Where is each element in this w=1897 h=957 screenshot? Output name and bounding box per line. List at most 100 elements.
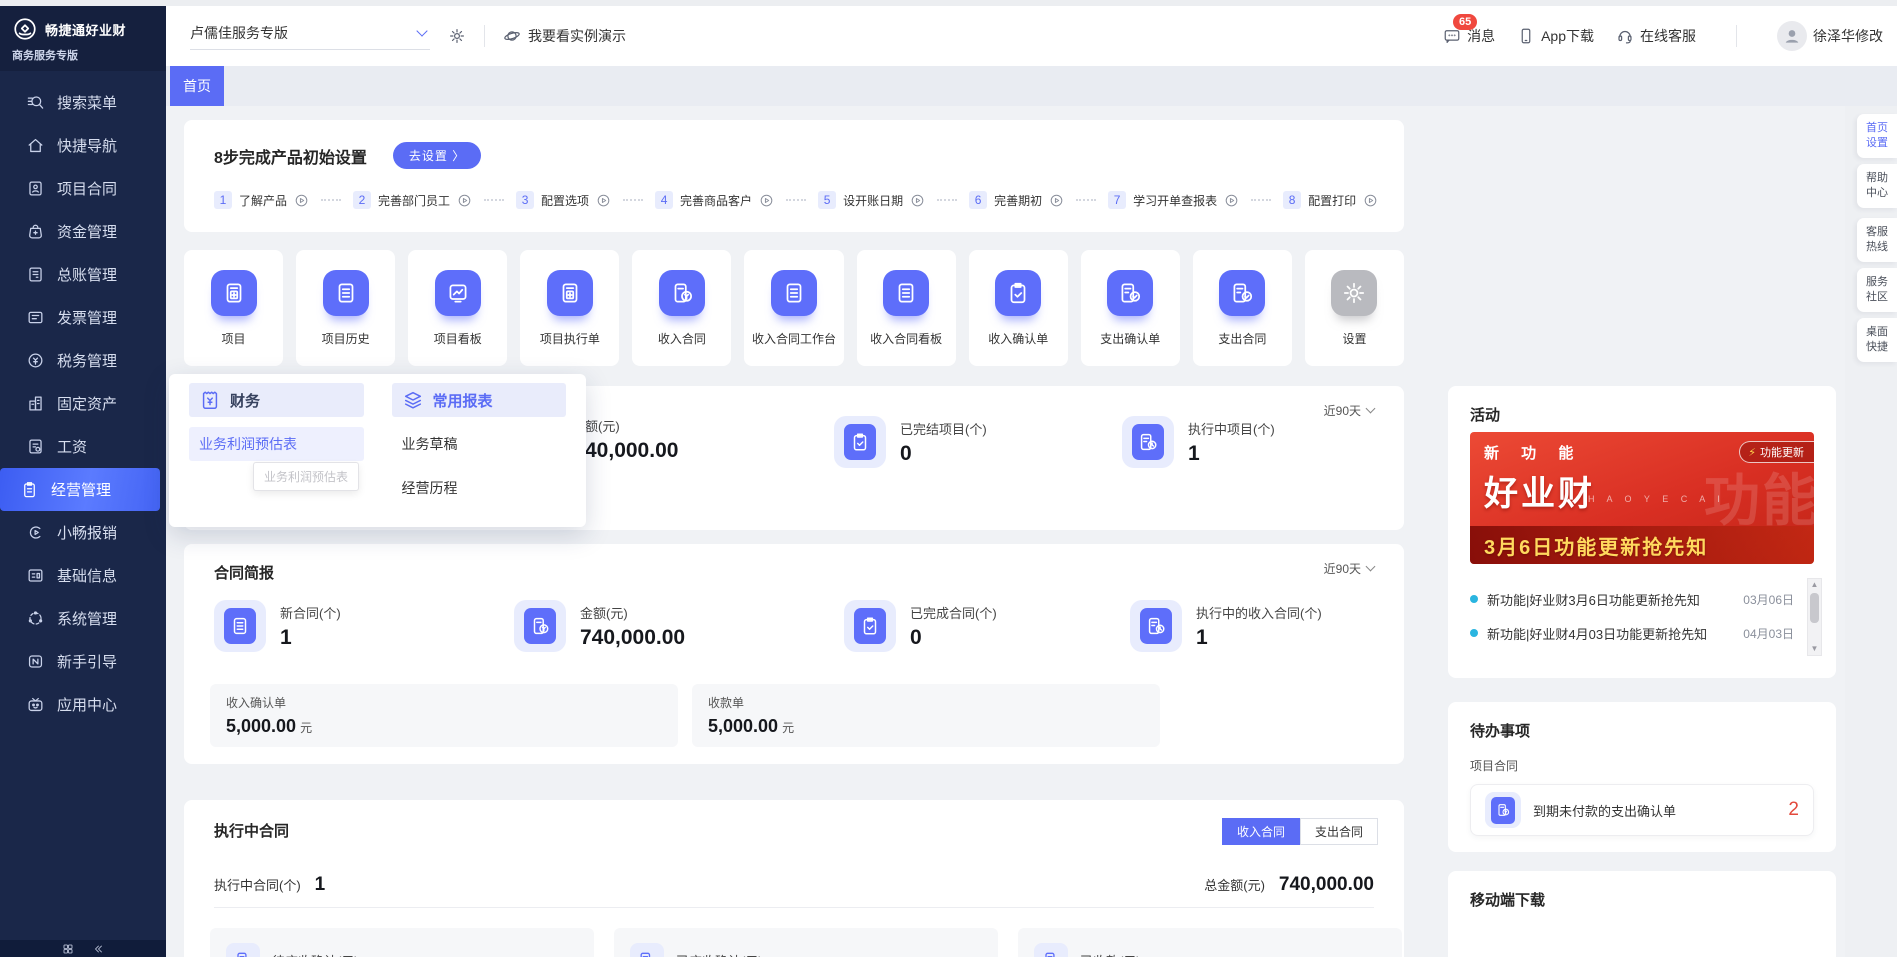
flyout-finance-header[interactable]: 财务	[189, 383, 364, 417]
app-expense-confirm[interactable]: 支出确认单	[1080, 250, 1180, 366]
setup-step-1[interactable]: 1 了解产品	[214, 191, 309, 209]
activity-item[interactable]: 新功能|好业财3月6日功能更新抢先知 03月06日	[1470, 582, 1794, 616]
setup-step-2[interactable]: 2 完善部门员工	[353, 191, 472, 209]
sidebar-item-fixed-assets[interactable]: 固定资产	[0, 382, 166, 425]
demo-link[interactable]: 我要看实例演示	[503, 26, 626, 46]
app-income-workbench[interactable]: 收入合同工作台	[744, 250, 844, 366]
app-income-contract[interactable]: 收入合同	[632, 250, 732, 366]
play-icon[interactable]	[1363, 193, 1378, 208]
app-income-confirm[interactable]: 收入确认单	[968, 250, 1068, 366]
app-expense-contract[interactable]: 支出合同	[1192, 250, 1292, 366]
sidebar-item-invoice[interactable]: 发票管理	[0, 296, 166, 339]
app-settings[interactable]: 设置	[1304, 250, 1405, 366]
app-label: 收入合同工作台	[752, 331, 837, 346]
sidebar-item-general-ledger[interactable]: 总账管理	[0, 253, 166, 296]
expense-contract-button[interactable]: 支出合同	[1299, 818, 1378, 845]
edge-tab-home-settings[interactable]: 首页 设置	[1857, 114, 1897, 158]
received-subcard[interactable]: 已收款(元)	[1018, 928, 1402, 957]
sidebar-item-project-contract[interactable]: 项目合同	[0, 167, 166, 210]
sidebar-item-app-center[interactable]: 应用中心	[0, 683, 166, 726]
setup-step-4[interactable]: 4 完善商品客户	[655, 191, 774, 209]
todo-group-label: 项目合同	[1470, 759, 1519, 773]
play-icon[interactable]	[1049, 193, 1064, 208]
setup-step-8[interactable]: 8 配置打印	[1283, 191, 1378, 209]
activity-scrollbar[interactable]: ▲ ▼	[1807, 578, 1822, 656]
app-project-board[interactable]: 项目看板	[408, 250, 508, 366]
edge-tab-desktop-shortcut[interactable]: 桌面 快捷	[1857, 318, 1897, 362]
setup-step-3[interactable]: 3 配置选项	[516, 191, 611, 209]
todo-item-overdue-expense[interactable]: 到期未付款的支出确认单 2	[1470, 784, 1814, 836]
app-project-history[interactable]: 项目历史	[296, 250, 396, 366]
pending-receivable-subcard[interactable]: 待应收确认(元)	[210, 928, 594, 957]
play-icon[interactable]	[596, 193, 611, 208]
banner-brand: 好业财	[1484, 475, 1595, 513]
receipt-subcard[interactable]: 收款单 5,000.00 元	[692, 684, 1160, 747]
step-connector	[623, 199, 644, 201]
play-icon[interactable]	[1224, 193, 1239, 208]
setup-step-7[interactable]: 7 学习开单查报表	[1108, 191, 1239, 209]
setup-step-6[interactable]: 6 完善期初	[969, 191, 1064, 209]
sidebar-item-quick-nav[interactable]: 快捷导航	[0, 124, 166, 167]
project-history-icon	[322, 269, 369, 316]
sidebar-item-funds[interactable]: 资金管理	[0, 210, 166, 253]
stat-label: 已完结项目(个)	[900, 421, 987, 437]
activity-banner[interactable]: 新 功 能 ⚡ 功能更新 好业财 H A O Y E C A I 功能 3月6日功…	[1470, 432, 1814, 564]
setup-step-5[interactable]: 5 设开账日期	[818, 191, 925, 209]
project-exec-icon	[546, 269, 593, 316]
collapse-sidebar-icon[interactable]	[92, 943, 104, 955]
scroll-up-icon[interactable]: ▲	[1811, 579, 1819, 591]
menu-item-business-history[interactable]: 经营历程	[392, 471, 567, 505]
project-brief-amount-stat: 额(元) 40,000.00	[585, 416, 678, 463]
step-label: 设开账日期	[843, 193, 904, 208]
play-icon[interactable]	[457, 193, 472, 208]
scroll-down-icon[interactable]: ▼	[1811, 643, 1819, 655]
contract-brief-range-select[interactable]: 近90天	[1324, 560, 1378, 577]
edge-tab-service-hotline[interactable]: 客服 热线	[1857, 218, 1897, 262]
app-project-exec-order[interactable]: 项目执行单	[520, 250, 620, 366]
sidebar-item-payroll[interactable]: 工资	[0, 425, 166, 468]
edge-tab-label: 设置	[1866, 137, 1888, 149]
app-label: 支出合同	[1218, 331, 1267, 346]
sidebar-item-business-management[interactable]: 经营管理	[0, 468, 160, 511]
activity-item[interactable]: 新功能|好业财4月03日功能更新抢先知 04月03日	[1470, 616, 1794, 650]
edge-tab-service-community[interactable]: 服务 社区	[1857, 268, 1897, 312]
income-contract-button[interactable]: 收入合同	[1221, 818, 1300, 845]
stat-label: 已完成合同(个)	[910, 605, 997, 621]
scrollbar-thumb[interactable]	[1810, 593, 1819, 623]
flyout-reports-header[interactable]: 常用报表	[391, 383, 566, 417]
sidebar-item-base-info[interactable]: 基础信息	[0, 554, 166, 597]
grid-icon[interactable]	[62, 943, 74, 955]
menu-item-profit-forecast[interactable]: 业务利润预估表	[189, 427, 364, 461]
play-icon[interactable]	[294, 193, 309, 208]
sidebar-item-newbie-guide[interactable]: 新手引导	[0, 640, 166, 683]
play-icon[interactable]	[759, 193, 774, 208]
edge-tab-label: 帮助	[1866, 172, 1888, 184]
finished-contract-stat: 已完成合同(个) 0	[844, 600, 997, 652]
report-layers-icon	[402, 389, 424, 411]
tab-home[interactable]: 首页	[170, 66, 224, 106]
sidebar-item-search-menu[interactable]: 搜索菜单	[0, 81, 166, 124]
app-income-board[interactable]: 收入合同看板	[856, 250, 956, 366]
confirmed-receivable-subcard[interactable]: 已应收确认(元)	[614, 928, 998, 957]
workspace-select[interactable]: 卢儒佳服务专版	[190, 23, 430, 50]
subcard-unit: 元	[300, 721, 313, 735]
sidebar-item-label: 小畅报销	[57, 525, 118, 542]
user-menu[interactable]: 徐泽华修改	[1777, 21, 1883, 51]
app-project[interactable]: 项目	[184, 250, 284, 366]
settings-gear-icon[interactable]	[448, 27, 466, 45]
income-confirm-subcard[interactable]: 收入确认单 5,000.00 元	[210, 684, 678, 747]
confirmed-receivable-icon	[630, 943, 664, 957]
edge-tab-help-center[interactable]: 帮助 中心	[1857, 164, 1897, 208]
online-service-button[interactable]: 在线客服	[1616, 26, 1696, 46]
sidebar-item-system[interactable]: 系统管理	[0, 597, 166, 640]
step-label: 完善期初	[994, 193, 1043, 208]
messages-button[interactable]: 消息 65	[1443, 14, 1495, 46]
play-icon[interactable]	[910, 193, 925, 208]
brand-block: 畅捷通好业财 商务服务专版	[0, 6, 166, 71]
sidebar-item-tax[interactable]: 税务管理	[0, 339, 166, 382]
menu-item-business-draft[interactable]: 业务草稿	[392, 427, 567, 461]
app-download-button[interactable]: App下载	[1517, 26, 1594, 46]
go-setup-button[interactable]: 去设置 〉	[392, 142, 482, 169]
project-brief-range-select[interactable]: 近90天	[1324, 402, 1378, 419]
sidebar-item-expense[interactable]: 小畅报销	[0, 511, 166, 554]
